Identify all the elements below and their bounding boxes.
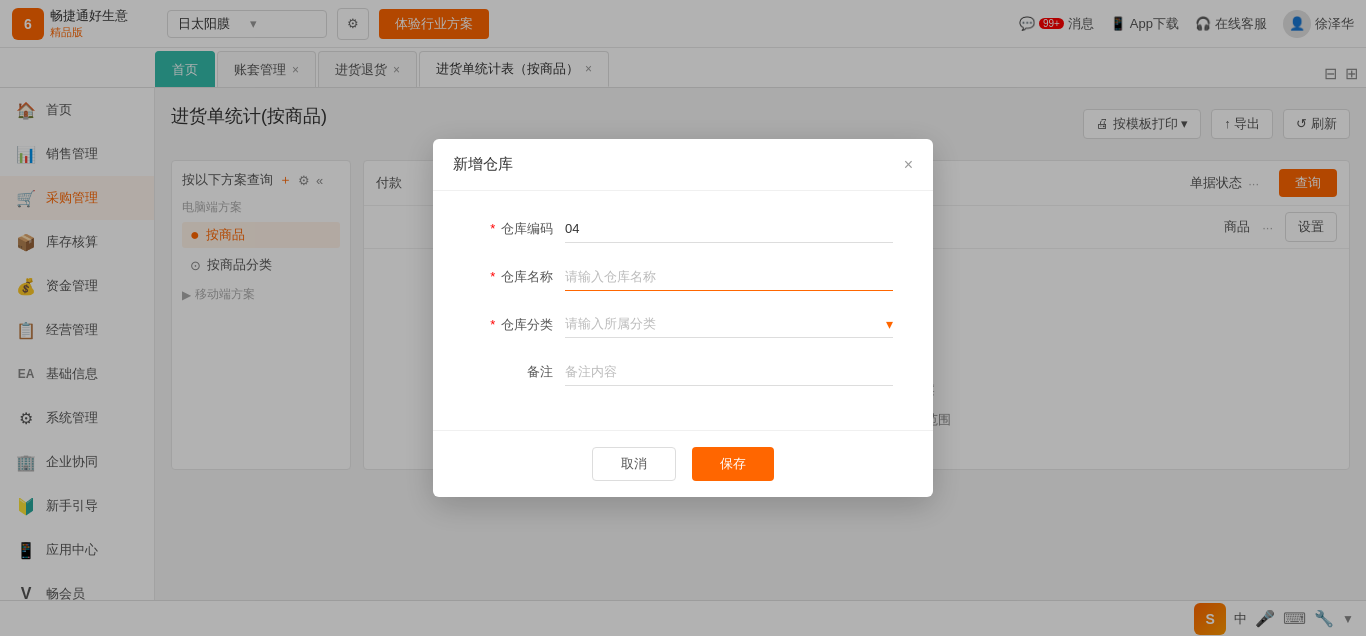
remark-input[interactable]: [565, 358, 893, 386]
required-mark-name: *: [490, 269, 495, 284]
form-row-category: * 仓库分类 请输入所属分类 ▾: [473, 311, 893, 338]
category-placeholder: 请输入所属分类: [565, 315, 886, 333]
form-row-code: * 仓库编码: [473, 215, 893, 243]
required-mark-code: *: [490, 221, 495, 236]
modal-body: * 仓库编码 * 仓库名称 * 仓库分类 请输入所属: [433, 191, 933, 430]
code-label: * 仓库编码: [473, 220, 553, 238]
modal-title: 新增仓库: [453, 155, 513, 174]
modal-footer: 取消 保存: [433, 430, 933, 497]
required-mark-category: *: [490, 317, 495, 332]
remark-label: 备注: [473, 363, 553, 381]
save-button[interactable]: 保存: [692, 447, 774, 481]
modal-overlay: 新增仓库 × * 仓库编码 * 仓库名称: [0, 0, 1366, 636]
modal-header: 新增仓库 ×: [433, 139, 933, 191]
modal-close-button[interactable]: ×: [904, 156, 913, 174]
category-select[interactable]: 请输入所属分类 ▾: [565, 311, 893, 338]
cancel-button[interactable]: 取消: [592, 447, 676, 481]
name-label: * 仓库名称: [473, 268, 553, 286]
form-row-name: * 仓库名称: [473, 263, 893, 291]
form-row-remark: 备注: [473, 358, 893, 386]
modal-new-warehouse: 新增仓库 × * 仓库编码 * 仓库名称: [433, 139, 933, 497]
name-input[interactable]: [565, 263, 893, 291]
category-label: * 仓库分类: [473, 316, 553, 334]
category-arrow-icon: ▾: [886, 316, 893, 332]
code-input[interactable]: [565, 215, 893, 243]
